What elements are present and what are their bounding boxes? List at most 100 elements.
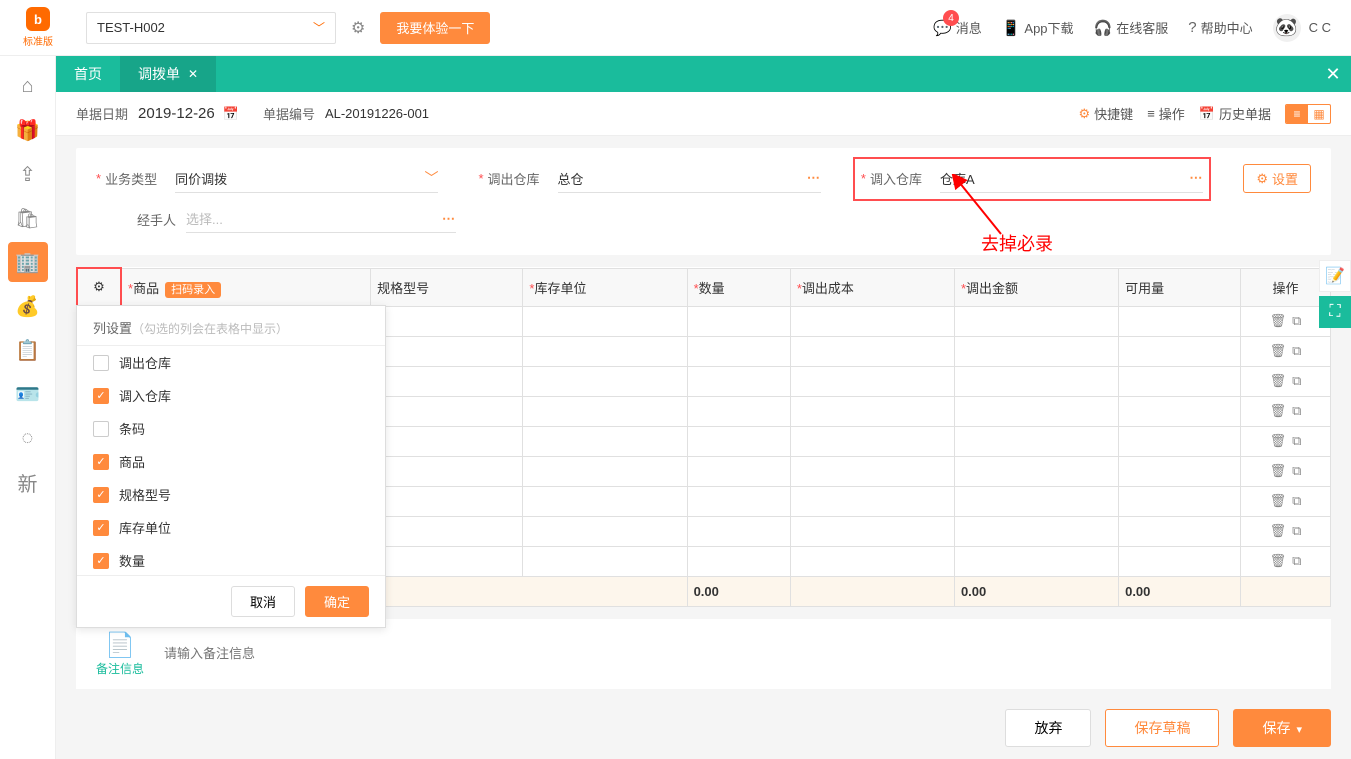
checkbox-icon [93, 421, 109, 437]
doc-no-label: 单据编号 [263, 104, 315, 123]
avatar: 🐼 [1273, 14, 1301, 42]
col-qty: *数量 [687, 268, 790, 306]
logo-icon: b [26, 7, 50, 31]
popup-title: 列设置（勾选的列会在表格中显示） [77, 306, 385, 345]
gear-icon: ⚙ [1256, 171, 1268, 187]
col-out-amount: *调出金额 [954, 268, 1118, 306]
column-option[interactable]: ✓规格型号 [77, 478, 385, 511]
delete-icon[interactable]: 🗑 [1270, 373, 1287, 388]
column-settings-button[interactable]: ⚙ [77, 268, 121, 306]
copy-icon[interactable]: ⧉ [1292, 493, 1301, 508]
delete-icon[interactable]: 🗑 [1270, 523, 1287, 538]
app-download-link[interactable]: 📱 App下载 [1002, 18, 1074, 37]
checkbox-icon: ✓ [93, 388, 109, 404]
tab-current[interactable]: 调拨单 ✕ [120, 56, 216, 92]
messages-badge: 4 [943, 10, 959, 26]
operate-link[interactable]: ≡操作 [1147, 104, 1185, 123]
shortcut-link[interactable]: ⚙快捷键 [1079, 104, 1134, 123]
handler-field[interactable]: 经手人 选择...⋯ [96, 205, 456, 233]
in-warehouse-field[interactable]: * 调入仓库 仓库A⋯ [853, 157, 1211, 201]
view-toggle[interactable]: ≡ ▦ [1285, 104, 1331, 124]
help-icon: ? [1188, 19, 1196, 36]
delete-icon[interactable]: 🗑 [1270, 403, 1287, 418]
tab-home[interactable]: 首页 [56, 56, 120, 92]
delete-icon[interactable]: 🗑 [1270, 493, 1287, 508]
copy-icon[interactable]: ⧉ [1292, 553, 1301, 568]
sidebar-id-icon[interactable]: 🪪 [8, 374, 48, 414]
user-menu[interactable]: 🐼 C C [1273, 14, 1331, 42]
save-button[interactable]: 保存▾ [1233, 709, 1331, 747]
headset-icon: 🎧 [1094, 19, 1113, 37]
settings-button[interactable]: ⚙设置 [1243, 164, 1311, 193]
checkbox-icon: ✓ [93, 454, 109, 470]
col-available: 可用量 [1119, 268, 1241, 306]
more-icon: ⋯ [1189, 170, 1203, 186]
sidebar: ⌂ 🎁 ⇪ 🛍 🏢 💰 📋 🪪 ◌ 新 [0, 56, 56, 759]
close-all-tabs[interactable]: ✕ [1315, 56, 1351, 92]
note-floater[interactable]: 📝 [1319, 260, 1351, 292]
col-op: 操作 [1241, 268, 1331, 306]
date-value[interactable]: 2019-12-26 [138, 105, 215, 122]
content-area: 单据日期 2019-12-26 📅 单据编号 AL-20191226-001 ⚙… [56, 92, 1351, 759]
column-option[interactable]: ✓库存单位 [77, 511, 385, 544]
logo-label: 标准版 [23, 33, 53, 48]
experience-button[interactable]: 我要体验一下 [380, 12, 490, 44]
copy-icon[interactable]: ⧉ [1292, 433, 1301, 448]
close-icon[interactable]: ✕ [188, 67, 198, 81]
calendar-icon: 📅 [1199, 106, 1215, 122]
sidebar-refresh-icon[interactable]: ◌ [8, 418, 48, 458]
checkbox-icon: ✓ [93, 553, 109, 569]
copy-icon[interactable]: ⧉ [1292, 343, 1301, 358]
column-option[interactable]: ✓调入仓库 [77, 379, 385, 412]
gear-icon: ⚙ [1079, 106, 1091, 122]
copy-icon[interactable]: ⧉ [1292, 463, 1301, 478]
sidebar-new-icon[interactable]: 新 [8, 462, 48, 502]
sidebar-home-icon[interactable]: ⌂ [8, 66, 48, 106]
messages-link[interactable]: 💬 消息 4 [933, 18, 982, 37]
copy-icon[interactable]: ⧉ [1292, 313, 1301, 328]
org-selector[interactable]: TEST-H002 ﹀ [86, 12, 336, 44]
out-warehouse-field[interactable]: * 调出仓库 总仓⋯ [478, 165, 820, 193]
scan-button[interactable]: 扫码录入 [165, 282, 221, 298]
form-card: * 业务类型 同价调拨﹀ * 调出仓库 总仓⋯ * 调入仓库 仓库A⋯ ⚙设置 … [76, 148, 1331, 255]
online-service-link[interactable]: 🎧 在线客服 [1094, 18, 1169, 37]
items-table: ⚙ *商品扫码录入 规格型号 *库存单位 *数量 *调出成本 *调出金额 可用量… [76, 267, 1331, 607]
mobile-icon: 📱 [1002, 19, 1021, 37]
sidebar-clipboard-icon[interactable]: 📋 [8, 330, 48, 370]
save-draft-button[interactable]: 保存草稿 [1105, 709, 1219, 747]
help-center-link[interactable]: ? 帮助中心 [1188, 18, 1252, 37]
list-view-icon[interactable]: ≡ [1286, 105, 1308, 123]
chevron-down-icon: ▾ [1296, 724, 1302, 736]
column-option[interactable]: 条码 [77, 412, 385, 445]
sidebar-warehouse-icon[interactable]: 🏢 [8, 242, 48, 282]
sidebar-money-icon[interactable]: 💰 [8, 286, 48, 326]
history-link[interactable]: 📅历史单据 [1199, 104, 1271, 123]
sidebar-gift-icon[interactable]: 🎁 [8, 110, 48, 150]
delete-icon[interactable]: 🗑 [1270, 343, 1287, 358]
delete-icon[interactable]: 🗑 [1270, 553, 1287, 568]
copy-icon[interactable]: ⧉ [1292, 373, 1301, 388]
checkbox-icon [93, 355, 109, 371]
column-option[interactable]: 调出仓库 [77, 346, 385, 379]
popup-cancel-button[interactable]: 取消 [231, 586, 295, 617]
col-spec: 规格型号 [371, 268, 523, 306]
gear-icon[interactable]: ⚙ [351, 18, 365, 38]
remark-input[interactable] [164, 646, 1311, 661]
popup-confirm-button[interactable]: 确定 [305, 586, 369, 617]
sidebar-upload-icon[interactable]: ⇪ [8, 154, 48, 194]
copy-icon[interactable]: ⧉ [1292, 403, 1301, 418]
expand-floater[interactable]: ⛶ [1319, 296, 1351, 328]
more-icon: ⋯ [807, 170, 821, 186]
delete-icon[interactable]: 🗑 [1270, 313, 1287, 328]
discard-button[interactable]: 放弃 [1005, 709, 1091, 747]
column-option[interactable]: ✓数量 [77, 544, 385, 575]
calendar-icon[interactable]: 📅 [223, 106, 239, 122]
copy-icon[interactable]: ⧉ [1292, 523, 1301, 538]
delete-icon[interactable]: 🗑 [1270, 433, 1287, 448]
biz-type-field[interactable]: * 业务类型 同价调拨﹀ [96, 164, 438, 193]
grid-view-icon[interactable]: ▦ [1308, 105, 1330, 123]
column-settings-popup: 列设置（勾选的列会在表格中显示） 调出仓库✓调入仓库条码✓商品✓规格型号✓库存单… [76, 305, 386, 628]
sidebar-bag-icon[interactable]: 🛍 [8, 198, 48, 238]
delete-icon[interactable]: 🗑 [1270, 463, 1287, 478]
column-option[interactable]: ✓商品 [77, 445, 385, 478]
